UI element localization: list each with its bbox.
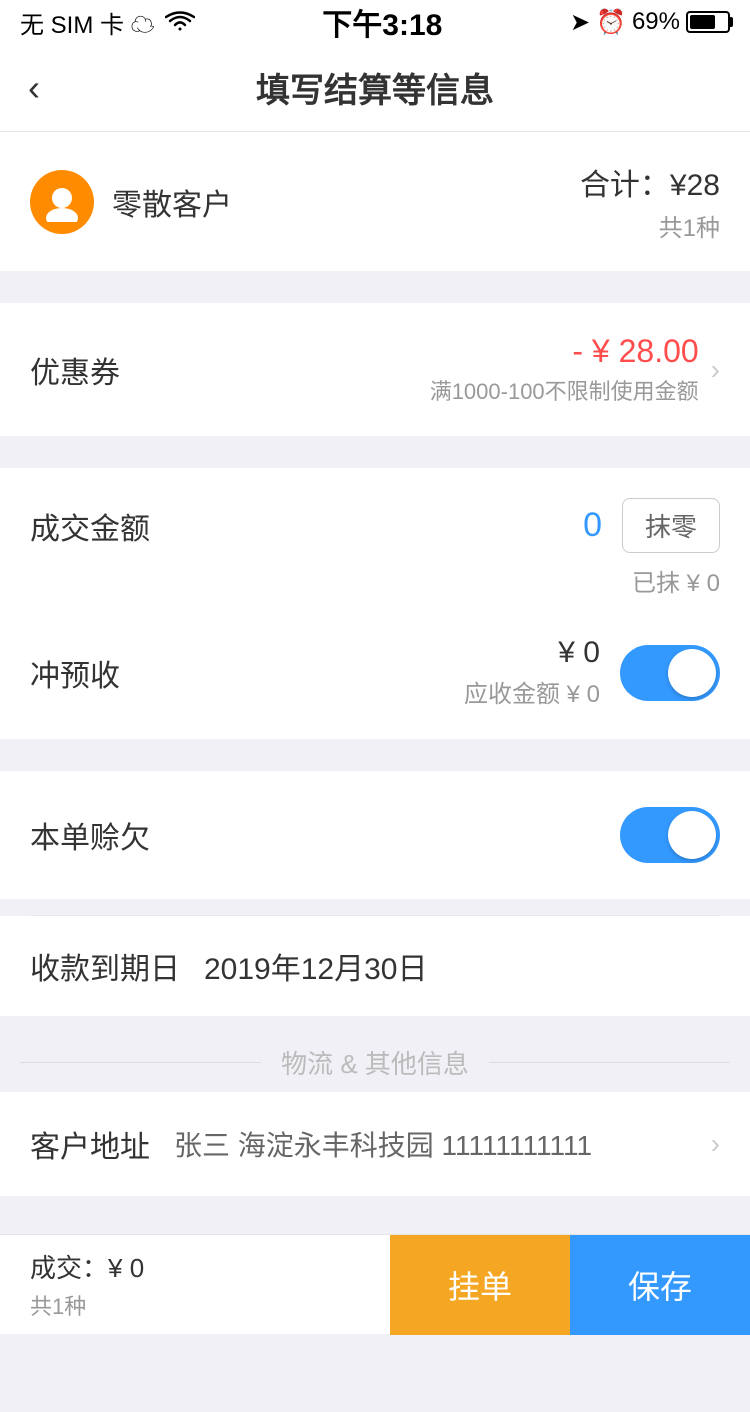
gray-separator-4 [0, 1016, 750, 1032]
due-date-row: 收款到期日 2019年12月30日 [30, 944, 720, 988]
total-amount: 合计：¥28 [580, 160, 720, 204]
transaction-value[interactable]: 0 [583, 506, 602, 545]
coupon-discount: - ¥ 28.00 [430, 333, 699, 370]
coupon-row[interactable]: 优惠券 - ¥ 28.00 满1000-100不限制使用金额 › [0, 303, 750, 436]
prereceive-receivable: 应收金额 ¥ 0 [464, 674, 600, 709]
save-button[interactable]: 保存 [570, 1235, 750, 1335]
back-button[interactable]: ‹ [28, 67, 40, 109]
total-count: 共1种 [580, 208, 720, 243]
debt-toggle-knob [668, 811, 716, 859]
address-chevron-icon: › [711, 1128, 720, 1160]
bottom-transaction: 成交：¥ 0 [30, 1248, 360, 1285]
address-value: 张三 海淀永丰科技园 11111111111 [174, 1124, 711, 1164]
status-left: 无 SIM 卡 ☁ [20, 5, 195, 40]
bottom-summary: 成交：¥ 0 共1种 [0, 1248, 390, 1321]
status-bar: 无 SIM 卡 ☁ 下午3:18 ➤ ⏰ 69% [0, 0, 750, 44]
coupon-label: 优惠券 [30, 348, 120, 392]
customer-left: 零散客户 [30, 170, 232, 234]
prereceive-section: 冲预收 ¥ 0 应收金额 ¥ 0 [0, 616, 750, 739]
wifi-icon [165, 11, 195, 33]
due-date-value: 2019年12月30日 [204, 944, 427, 988]
location-icon: ➤ [570, 8, 590, 37]
avatar-icon [42, 182, 82, 222]
transaction-label: 成交金额 [30, 504, 150, 548]
coupon-value-block: - ¥ 28.00 满1000-100不限制使用金额 [430, 333, 699, 406]
logistics-line-right [489, 1062, 730, 1063]
customer-right: 合计：¥28 共1种 [580, 160, 720, 243]
nav-bar: ‹ 填写结算等信息 [0, 44, 750, 132]
prereceive-toggle[interactable] [620, 645, 720, 701]
logistics-label: 物流 & 其他信息 [281, 1044, 469, 1081]
bottom-transaction-value: ¥ 0 [108, 1253, 144, 1283]
toggle-knob [668, 649, 716, 697]
prereceive-right: ¥ 0 应收金额 ¥ 0 [464, 636, 720, 709]
debt-toggle[interactable] [620, 807, 720, 863]
gray-separator-3 [0, 755, 750, 771]
due-date-label: 收款到期日 [30, 944, 180, 988]
transaction-right: 0 抹零 [583, 498, 720, 553]
address-section[interactable]: 客户地址 张三 海淀永丰科技园 11111111111 › [0, 1092, 750, 1196]
round-button[interactable]: 抹零 [622, 498, 720, 553]
avatar [30, 170, 94, 234]
customer-row: 零散客户 合计：¥28 共1种 [0, 132, 750, 271]
bottom-bar: 成交：¥ 0 共1种 挂单 保存 [0, 1234, 750, 1334]
debt-label: 本单赊欠 [30, 813, 150, 857]
customer-section: 零散客户 合计：¥28 共1种 [0, 132, 750, 271]
prereceive-label: 冲预收 [30, 651, 120, 695]
prereceive-value-block: ¥ 0 应收金额 ¥ 0 [464, 636, 600, 709]
nav-title: 填写结算等信息 [256, 63, 494, 112]
bottom-transaction-label: 成交： [30, 1253, 108, 1283]
alarm-icon: ⏰ [596, 8, 626, 37]
chevron-right-icon: › [711, 354, 720, 386]
already-rounded: 已抹 ¥ 0 [30, 563, 720, 616]
debt-section: 本单赊欠 [0, 771, 750, 899]
bottom-count: 共1种 [30, 1289, 360, 1321]
sim-text: 无 SIM 卡 ☁ [20, 5, 155, 40]
transaction-section: 成交金额 0 抹零 已抹 ¥ 0 [0, 468, 750, 616]
hang-button[interactable]: 挂单 [390, 1235, 570, 1335]
customer-name: 零散客户 [112, 180, 232, 224]
coupon-right: - ¥ 28.00 满1000-100不限制使用金额 › [430, 333, 720, 406]
status-time: 下午3:18 [322, 0, 442, 44]
status-right: ➤ ⏰ 69% [570, 8, 730, 37]
logistics-separator: 物流 & 其他信息 [0, 1032, 750, 1092]
due-date-section: 收款到期日 2019年12月30日 [0, 916, 750, 1016]
gray-separator-1 [0, 287, 750, 303]
transaction-row: 成交金额 0 抹零 [30, 468, 720, 563]
battery-icon [686, 11, 730, 33]
prereceive-row: 冲预收 ¥ 0 应收金额 ¥ 0 [0, 616, 750, 739]
coupon-desc: 满1000-100不限制使用金额 [430, 374, 699, 406]
logistics-line-left [20, 1062, 261, 1063]
address-label: 客户地址 [30, 1122, 150, 1166]
prereceive-amount: ¥ 0 [464, 636, 600, 670]
coupon-section[interactable]: 优惠券 - ¥ 28.00 满1000-100不限制使用金额 › [0, 303, 750, 436]
gray-separator-2 [0, 452, 750, 468]
battery-percent: 69% [632, 8, 680, 36]
